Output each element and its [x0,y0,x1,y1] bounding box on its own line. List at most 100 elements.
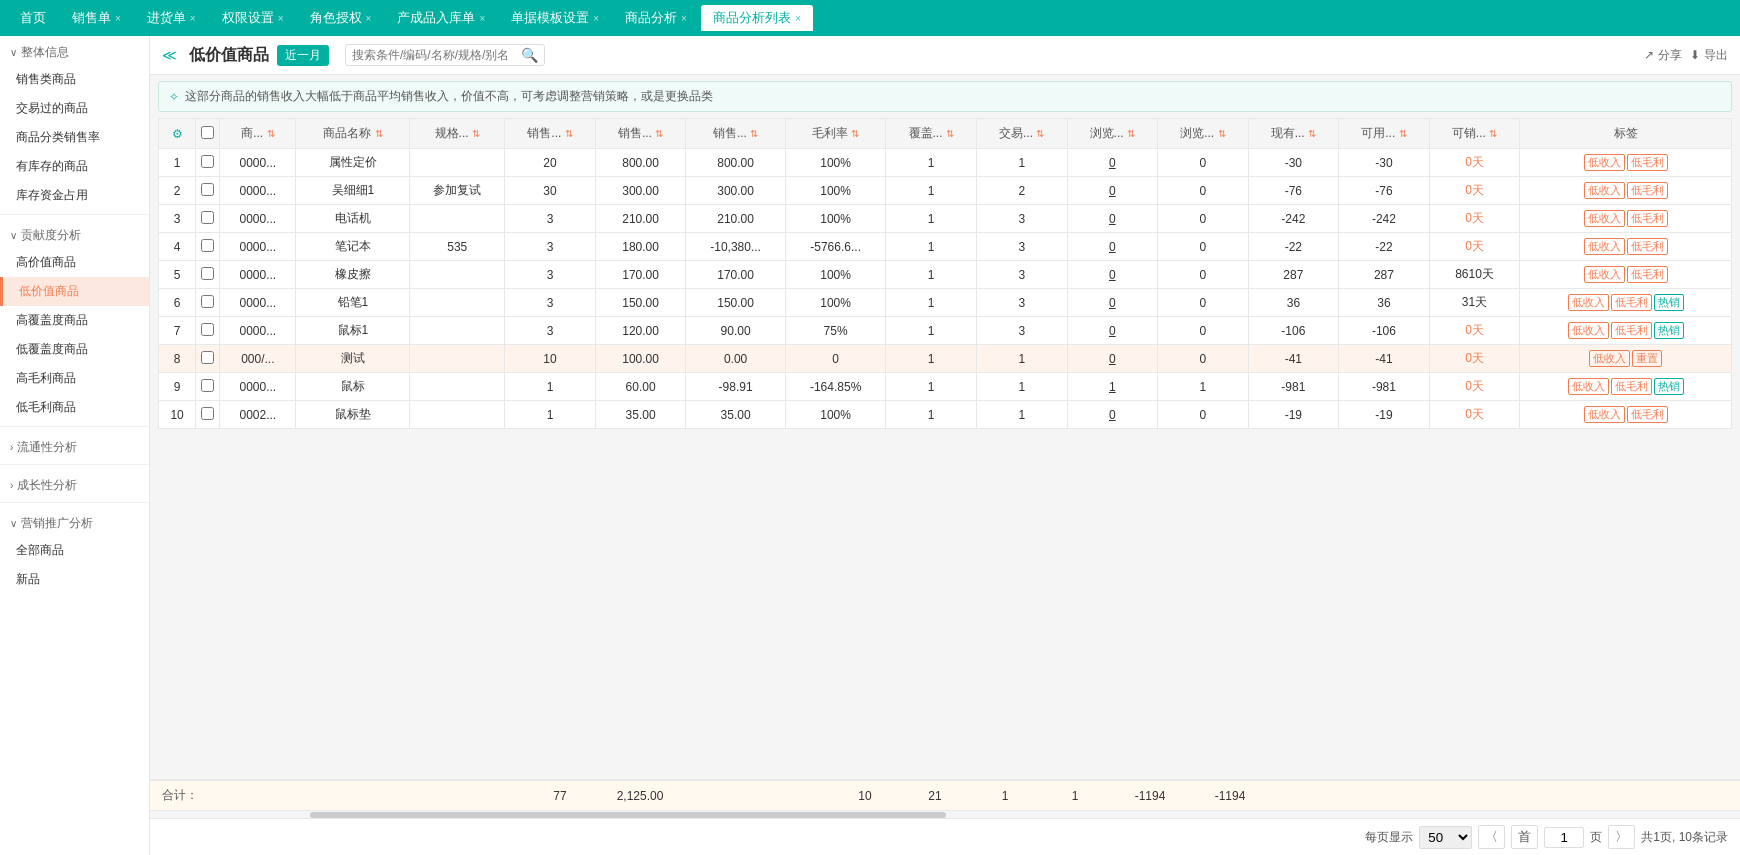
th-settings[interactable]: ⚙ [159,119,196,149]
nav-analysis-close[interactable]: × [681,13,687,24]
row-checkbox[interactable] [201,407,214,420]
nav-roles-close[interactable]: × [366,13,372,24]
browse-link[interactable]: 0 [1109,268,1116,282]
row-checkbox[interactable] [201,351,214,364]
cell-checkbox[interactable] [196,373,220,401]
browse-link[interactable]: 0 [1109,240,1116,254]
per-page-select[interactable]: 50 20 100 [1419,826,1472,849]
th-browse1[interactable]: 浏览... ⇅ [1067,119,1158,149]
browse-link[interactable]: 0 [1109,296,1116,310]
sidebar-item-new-products[interactable]: 新品 [0,565,149,594]
th-checkbox[interactable] [196,119,220,149]
th-sales1[interactable]: 销售... ⇅ [505,119,596,149]
sidebar-item-high-coverage[interactable]: 高覆盖度商品 [0,306,149,335]
filter-period-button[interactable]: 近一月 [277,45,329,66]
sidebar-item-high-value[interactable]: 高价值商品 [0,248,149,277]
sidebar-item-low-margin[interactable]: 低毛利商品 [0,393,149,422]
row-checkbox[interactable] [201,323,214,336]
sidebar-item-category-rate[interactable]: 商品分类销售率 [0,123,149,152]
cell-checkbox[interactable] [196,317,220,345]
cell-browse1[interactable]: 0 [1067,317,1158,345]
nav-purchase[interactable]: 进货单 × [135,5,208,31]
page-number-input[interactable] [1544,827,1584,848]
browse-link[interactable]: 0 [1109,156,1116,170]
sidebar-item-traded-products[interactable]: 交易过的商品 [0,94,149,123]
th-available[interactable]: 可用... ⇅ [1339,119,1430,149]
browse-link[interactable]: 0 [1109,324,1116,338]
sidebar-item-high-margin[interactable]: 高毛利商品 [0,364,149,393]
th-sales2[interactable]: 销售... ⇅ [595,119,686,149]
browse-link[interactable]: 1 [1109,380,1116,394]
nav-product-in[interactable]: 产成品入库单 × [385,5,497,31]
sidebar-group-marketing[interactable]: ∨ 营销推广分析 [0,507,149,536]
cell-checkbox[interactable] [196,233,220,261]
browse-link[interactable]: 0 [1109,408,1116,422]
sidebar-group-overall[interactable]: ∨ 整体信息 [0,36,149,65]
prev-page-button[interactable]: 首 [1511,825,1538,849]
sidebar-item-low-coverage[interactable]: 低覆盖度商品 [0,335,149,364]
th-saleable[interactable]: 可销... ⇅ [1429,119,1520,149]
cell-browse1[interactable]: 0 [1067,345,1158,373]
settings-icon[interactable]: ⚙ [172,127,183,141]
th-name[interactable]: 商品名称 ⇅ [296,119,410,149]
th-spec[interactable]: 规格... ⇅ [410,119,505,149]
nav-permissions-close[interactable]: × [278,13,284,24]
horizontal-scrollbar[interactable] [150,810,1740,818]
search-input[interactable] [352,48,517,62]
browse-link[interactable]: 0 [1109,184,1116,198]
sidebar-group-growth[interactable]: › 成长性分析 [0,469,149,498]
nav-analysis-list-close[interactable]: × [795,13,801,24]
sidebar-group-contribution[interactable]: ∨ 贡献度分析 [0,219,149,248]
cell-browse1[interactable]: 1 [1067,373,1158,401]
cell-browse1[interactable]: 0 [1067,205,1158,233]
cell-checkbox[interactable] [196,289,220,317]
cell-checkbox[interactable] [196,401,220,429]
search-icon[interactable]: 🔍 [521,47,538,63]
th-coverage[interactable]: 覆盖... ⇅ [886,119,977,149]
cell-checkbox[interactable] [196,345,220,373]
row-checkbox[interactable] [201,211,214,224]
th-browse2[interactable]: 浏览... ⇅ [1158,119,1249,149]
nav-analysis-list[interactable]: 商品分析列表 × [701,5,813,31]
nav-analysis[interactable]: 商品分析 × [613,5,699,31]
cell-browse1[interactable]: 0 [1067,149,1158,177]
export-button[interactable]: ⬇ 导出 [1690,47,1728,64]
nav-template-close[interactable]: × [593,13,599,24]
sidebar-item-stock-products[interactable]: 有库存的商品 [0,152,149,181]
th-sales3[interactable]: 销售... ⇅ [686,119,785,149]
nav-product-in-close[interactable]: × [479,13,485,24]
cell-browse1[interactable]: 0 [1067,177,1158,205]
sidebar-item-all-products[interactable]: 全部商品 [0,536,149,565]
table-wrapper[interactable]: ⚙ 商... ⇅ 商品名称 ⇅ 规格... ⇅ 销售... ⇅ 销售... ⇅ … [150,118,1740,779]
browse-link[interactable]: 0 [1109,352,1116,366]
cell-browse1[interactable]: 0 [1067,261,1158,289]
nav-roles[interactable]: 角色授权 × [298,5,384,31]
th-rate[interactable]: 毛利率 ⇅ [785,119,886,149]
row-checkbox[interactable] [201,267,214,280]
row-checkbox[interactable] [201,239,214,252]
next-page-button[interactable]: 〉 [1608,825,1635,849]
cell-checkbox[interactable] [196,177,220,205]
row-checkbox[interactable] [201,183,214,196]
cell-checkbox[interactable] [196,205,220,233]
collapse-sidebar-button[interactable]: ≪ [162,47,177,63]
cell-checkbox[interactable] [196,261,220,289]
sidebar-item-sales-products[interactable]: 销售类商品 [0,65,149,94]
browse-link[interactable]: 0 [1109,212,1116,226]
nav-home[interactable]: 首页 [8,5,58,31]
row-checkbox[interactable] [201,155,214,168]
first-page-button[interactable]: 〈 [1478,825,1505,849]
th-current[interactable]: 现有... ⇅ [1248,119,1339,149]
nav-sales[interactable]: 销售单 × [60,5,133,31]
cell-browse1[interactable]: 0 [1067,401,1158,429]
share-button[interactable]: ↗ 分享 [1644,47,1682,64]
nav-sales-close[interactable]: × [115,13,121,24]
sidebar-item-stock-capital[interactable]: 库存资金占用 [0,181,149,210]
th-trade[interactable]: 交易... ⇅ [976,119,1067,149]
row-checkbox[interactable] [201,295,214,308]
row-checkbox[interactable] [201,379,214,392]
cell-browse1[interactable]: 0 [1067,289,1158,317]
sidebar-group-flow[interactable]: › 流通性分析 [0,431,149,460]
nav-permissions[interactable]: 权限设置 × [210,5,296,31]
select-all-checkbox[interactable] [201,126,214,139]
